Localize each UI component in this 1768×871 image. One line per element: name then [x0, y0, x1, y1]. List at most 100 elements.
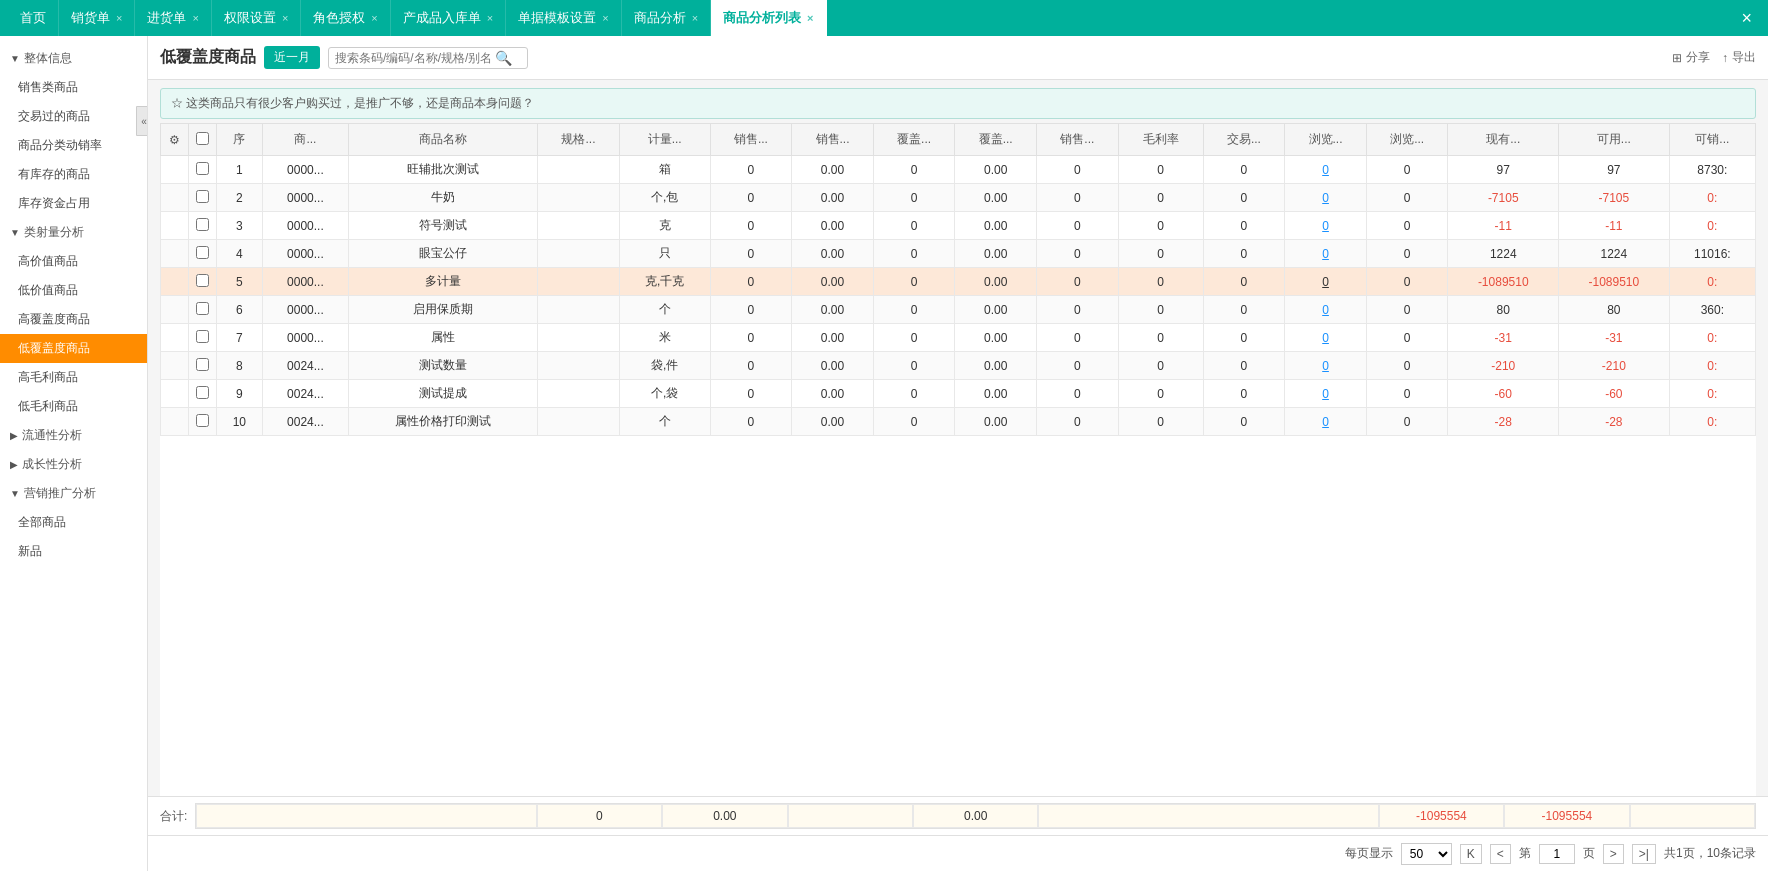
nav-product-analysis-close[interactable]: × [692, 12, 698, 24]
table-body: 10000...旺辅批次测试箱00.0000.000000097978730:2… [161, 156, 1756, 436]
th-browse1: 浏览... [1285, 124, 1367, 156]
table-header-row: ⚙ 序 商... 商品名称 规格... 计量... 销售... 销售... 覆盖… [161, 124, 1756, 156]
nav-purchase-order[interactable]: 进货单 × [135, 0, 211, 36]
search-icon[interactable]: 🔍 [495, 50, 512, 66]
page-next-btn[interactable]: > [1603, 844, 1624, 864]
sidebar-item-low-value[interactable]: 低价值商品 [0, 276, 147, 305]
th-code: 商... [262, 124, 348, 156]
th-sales-amt: 销售... [792, 124, 874, 156]
nav-product-analysis[interactable]: 商品分析 × [622, 0, 711, 36]
section-growth-arrow: ▶ [10, 459, 18, 470]
page-input[interactable] [1539, 844, 1575, 864]
sidebar-section-marketing[interactable]: ▼ 营销推广分析 [0, 479, 147, 508]
nav-sales-order[interactable]: 销货单 × [59, 0, 135, 36]
footer-current: -1095554 [1379, 804, 1504, 828]
sidebar-item-all-goods[interactable]: 全部商品 [0, 508, 147, 537]
nav-purchase-order-close[interactable]: × [192, 12, 198, 24]
footer-total-label: 合计: [160, 808, 187, 825]
sidebar-item-category-turnover[interactable]: 商品分类动销率 [0, 131, 147, 160]
th-settings[interactable]: ⚙ [161, 124, 189, 156]
notice-bar: 合计: ☆ 这类商品只有很少客户购买过，是推广不够，还是商品本身问题？ [160, 88, 1756, 119]
th-name: 商品名称 [349, 124, 538, 156]
page-last-btn[interactable]: >| [1632, 844, 1656, 864]
filter-recent-month-btn[interactable]: 近一月 [264, 46, 320, 69]
page-total: 共1页，10条记录 [1664, 845, 1756, 862]
footer-bar: 合计: 0 0.00 0.00 -1095554 -1095554 [148, 796, 1768, 835]
table-row: 10000...旺辅批次测试箱00.0000.000000097978730: [161, 156, 1756, 184]
page-size-select[interactable]: 50 100 200 [1401, 843, 1452, 865]
page-size-label: 每页显示 [1345, 845, 1393, 862]
sidebar-collapse-btn[interactable]: « [136, 106, 148, 136]
nav-template-settings[interactable]: 单据模板设置 × [506, 0, 621, 36]
sidebar-item-traded-goods[interactable]: 交易过的商品 [0, 102, 147, 131]
nav-permission-settings-close[interactable]: × [282, 12, 288, 24]
table-row: 80024...测试数量袋,件00.0000.0000000-210-2100: [161, 352, 1756, 380]
sidebar-item-high-value[interactable]: 高价值商品 [0, 247, 147, 276]
section-category-arrow: ▼ [10, 227, 20, 238]
th-saleable: 可销... [1669, 124, 1755, 156]
footer-available: -1095554 [1504, 804, 1629, 828]
search-input[interactable] [335, 51, 495, 65]
sidebar-section-liquidity[interactable]: ▶ 流通性分析 [0, 421, 147, 450]
table-row: 100024...属性价格打印测试个00.0000.0000000-28-280… [161, 408, 1756, 436]
footer-saleable-spacer [1630, 804, 1755, 828]
table-row: 90024...测试提成个,袋00.0000.0000000-60-600: [161, 380, 1756, 408]
nav-product-analysis-list-close[interactable]: × [807, 12, 813, 24]
settings-icon[interactable]: ⚙ [169, 133, 180, 147]
export-icon: ↑ [1722, 51, 1728, 65]
sidebar-section-growth[interactable]: ▶ 成长性分析 [0, 450, 147, 479]
sidebar-item-stock-capital[interactable]: 库存资金占用 [0, 189, 147, 218]
content-header: 低覆盖度商品 近一月 🔍 ⊞ 分享 ↑ 导出 [148, 36, 1768, 80]
nav-template-settings-close[interactable]: × [602, 12, 608, 24]
nav-role-auth-close[interactable]: × [371, 12, 377, 24]
page-prev-btn[interactable]: < [1490, 844, 1511, 864]
select-all-checkbox[interactable] [196, 132, 209, 145]
table-row: 50000...多计量克,千克00.0000.0000000-1089510-1… [161, 268, 1756, 296]
share-btn[interactable]: ⊞ 分享 [1672, 49, 1710, 66]
footer-spacer3 [1038, 804, 1378, 828]
th-sales-qty: 销售... [710, 124, 792, 156]
nav-product-analysis-list[interactable]: 商品分析列表 × [711, 0, 826, 36]
top-nav: 首页 销货单 × 进货单 × 权限设置 × 角色授权 × 产成品入库单 × 单据… [0, 0, 1768, 36]
nav-role-auth[interactable]: 角色授权 × [301, 0, 390, 36]
nav-home[interactable]: 首页 [8, 0, 59, 36]
sidebar-item-low-margin[interactable]: 低毛利商品 [0, 392, 147, 421]
table-row: 30000...符号测试克00.0000.0000000-11-110: [161, 212, 1756, 240]
export-btn[interactable]: ↑ 导出 [1722, 49, 1756, 66]
th-available: 可用... [1559, 124, 1670, 156]
nav-product-inbound[interactable]: 产成品入库单 × [391, 0, 506, 36]
page-label2: 页 [1583, 845, 1595, 862]
sidebar-item-low-coverage[interactable]: 低覆盖度商品 [0, 334, 147, 363]
pagination-bar: 每页显示 50 100 200 K < 第 页 > >| 共1页，10条记录 [148, 835, 1768, 871]
th-trade: 交易... [1203, 124, 1285, 156]
share-icon: ⊞ [1672, 51, 1682, 65]
sidebar-item-sales-goods[interactable]: 销售类商品 [0, 73, 147, 102]
footer-spacer1 [196, 804, 536, 828]
nav-close-all[interactable]: × [1733, 8, 1760, 29]
nav-sales-order-close[interactable]: × [116, 12, 122, 24]
page-title: 低覆盖度商品 [160, 47, 256, 68]
header-actions: ⊞ 分享 ↑ 导出 [1672, 49, 1756, 66]
th-sales2: 销售... [1037, 124, 1119, 156]
footer-spacer2 [788, 804, 913, 828]
table-row: 70000...属性米00.0000.0000000-31-310: [161, 324, 1756, 352]
th-current: 现有... [1448, 124, 1559, 156]
main-layout: « ▼ 整体信息 销售类商品 交易过的商品 商品分类动销率 有库存的商品 库存资… [0, 36, 1768, 871]
data-table: ⚙ 序 商... 商品名称 规格... 计量... 销售... 销售... 覆盖… [160, 123, 1756, 436]
sidebar-item-in-stock[interactable]: 有库存的商品 [0, 160, 147, 189]
table-row: 20000...牛奶个,包00.0000.0000000-7105-71050: [161, 184, 1756, 212]
nav-permission-settings[interactable]: 权限设置 × [212, 0, 301, 36]
th-unit: 计量... [619, 124, 710, 156]
sidebar-section-overall[interactable]: ▼ 整体信息 [0, 44, 147, 73]
footer-sales-qty: 0 [537, 804, 662, 828]
sidebar-item-high-coverage[interactable]: 高覆盖度商品 [0, 305, 147, 334]
page-first-btn[interactable]: K [1460, 844, 1482, 864]
sidebar-item-new-goods[interactable]: 新品 [0, 537, 147, 566]
th-checkbox[interactable] [189, 124, 217, 156]
sidebar-section-category[interactable]: ▼ 类射量分析 [0, 218, 147, 247]
nav-product-inbound-close[interactable]: × [487, 12, 493, 24]
sidebar-item-high-margin[interactable]: 高毛利商品 [0, 363, 147, 392]
section-liquidity-arrow: ▶ [10, 430, 18, 441]
notice-text: ☆ 这类商品只有很少客户购买过，是推广不够，还是商品本身问题？ [171, 95, 534, 112]
sidebar: « ▼ 整体信息 销售类商品 交易过的商品 商品分类动销率 有库存的商品 库存资… [0, 36, 148, 871]
